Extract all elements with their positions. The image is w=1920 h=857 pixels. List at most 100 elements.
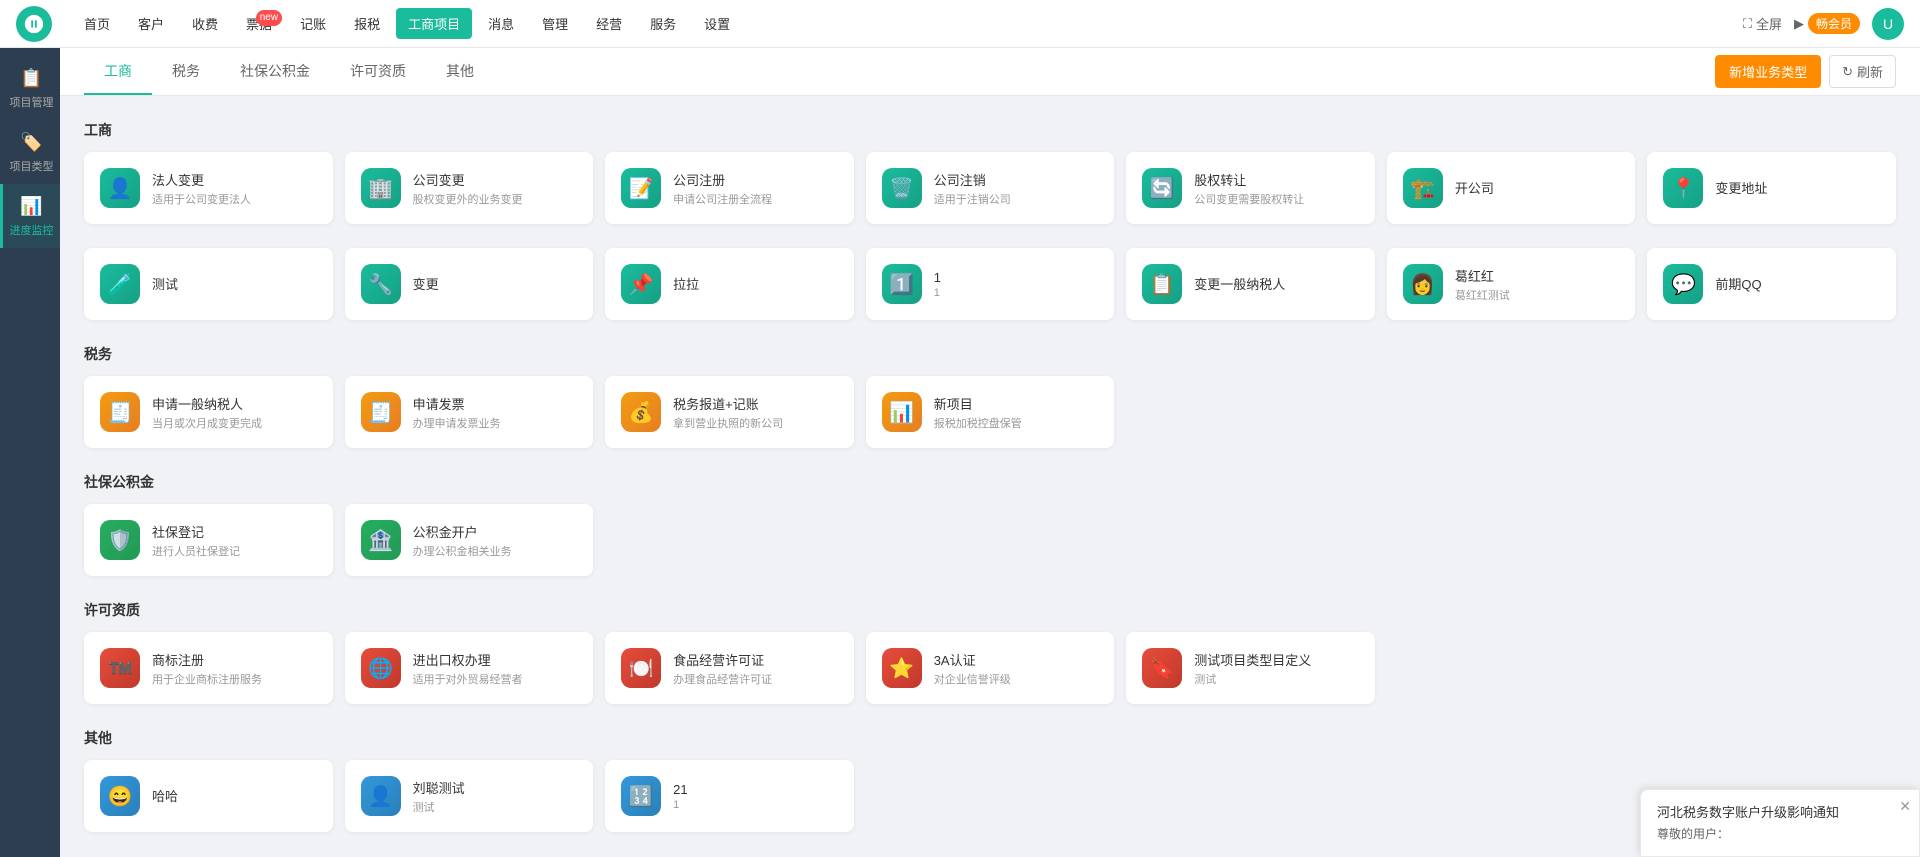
cards-grid-shebao: 🛡️ 社保登记 进行人员社保登记 🏦 公积金开户 办理公积金相关业务 bbox=[84, 504, 1896, 576]
card-test[interactable]: 🧪 测试 bbox=[84, 248, 333, 320]
nav-home[interactable]: 首页 bbox=[72, 8, 122, 39]
logo[interactable] bbox=[16, 6, 52, 42]
fullscreen-button[interactable]: ⛶ 全屏 bbox=[1743, 14, 1782, 33]
card-qianqi-qq[interactable]: 💬 前期QQ bbox=[1647, 248, 1896, 320]
card-icon-one: 1️⃣ bbox=[882, 264, 922, 304]
card-name: 3A认证 bbox=[934, 650, 1099, 669]
card-21[interactable]: 🔢 21 1 bbox=[605, 760, 854, 832]
card-name: 申请发票 bbox=[413, 394, 578, 413]
card-trademark[interactable]: ™️ 商标注册 用于企业商标注册服务 bbox=[84, 632, 333, 704]
card-name: 哈哈 bbox=[152, 786, 317, 805]
card-apply-invoice[interactable]: 🧾 申请发票 办理申请发票业务 bbox=[345, 376, 594, 448]
card-equity-transfer[interactable]: 🔄 股权转让 公司变更需要股权转让 bbox=[1126, 152, 1375, 224]
card-name: 变更 bbox=[413, 274, 578, 293]
card-company-change[interactable]: 🏢 公司变更 股权变更外的业务变更 bbox=[345, 152, 594, 224]
nav-bookkeeping[interactable]: 记账 bbox=[288, 8, 338, 39]
card-name: 1 bbox=[934, 270, 1099, 285]
refresh-icon: ↻ bbox=[1842, 64, 1853, 80]
card-desc: 对企业信誉评级 bbox=[934, 671, 1099, 687]
nav-business[interactable]: 工商项目 bbox=[396, 8, 472, 39]
card-icon-change-taxpayer: 📋 bbox=[1142, 264, 1182, 304]
nav-fee[interactable]: 收费 bbox=[180, 8, 230, 39]
nav-operation[interactable]: 经营 bbox=[584, 8, 634, 39]
nav-message[interactable]: 消息 bbox=[476, 8, 526, 39]
avatar[interactable]: U bbox=[1872, 8, 1904, 40]
card-change-taxpayer[interactable]: 📋 变更一般纳税人 bbox=[1126, 248, 1375, 320]
card-name: 变更地址 bbox=[1715, 178, 1880, 197]
refresh-button[interactable]: ↻ 刷新 bbox=[1829, 55, 1896, 88]
card-one[interactable]: 1️⃣ 1 1 bbox=[866, 248, 1115, 320]
cards-grid-xuke: ™️ 商标注册 用于企业商标注册服务 🌐 进出口权办理 适用于对外贸易经营者 🍽… bbox=[84, 632, 1896, 704]
notification-title: 河北税务数字账户升级影响通知 bbox=[1657, 802, 1903, 821]
content-area: 工商 税务 社保公积金 许可资质 其他 新增业务类型 ↻ 刷新 工商 👤 bbox=[60, 48, 1920, 857]
card-icon-21: 🔢 bbox=[621, 776, 661, 816]
card-provident-fund[interactable]: 🏦 公积金开户 办理公积金相关业务 bbox=[345, 504, 594, 576]
card-name: 前期QQ bbox=[1715, 274, 1880, 293]
card-icon-test-project-type: 🔖 bbox=[1142, 648, 1182, 688]
card-desc: 1 bbox=[673, 799, 838, 811]
card-desc: 股权变更外的业务变更 bbox=[413, 191, 578, 207]
card-tax-bookkeeping[interactable]: 💰 税务报道+记账 拿到营业执照的新公司 bbox=[605, 376, 854, 448]
card-icon-gehonghong: 👩 bbox=[1403, 264, 1443, 304]
nav-ticket[interactable]: 票据 new bbox=[234, 8, 284, 39]
sidebar: 📋 项目管理 🏷️ 项目类型 📊 进度监控 bbox=[0, 48, 60, 857]
card-icon-test: 🧪 bbox=[100, 264, 140, 304]
card-liucong-test[interactable]: 👤 刘聪测试 测试 bbox=[345, 760, 594, 832]
section-title-shebao: 社保公积金 bbox=[84, 472, 1896, 492]
vip-button[interactable]: ▶ 畅会员 bbox=[1794, 13, 1860, 34]
nav-items: 首页 客户 收费 票据 new 记账 报税 工商项目 消息 管理 经营 服务 设… bbox=[72, 8, 1743, 39]
card-haha[interactable]: 😄 哈哈 bbox=[84, 760, 333, 832]
cards-grid-other: 😄 哈哈 👤 刘聪测试 测试 🔢 21 bbox=[84, 760, 1896, 832]
card-desc: 测试 bbox=[413, 799, 578, 815]
sub-nav-actions: 新增业务类型 ↻ 刷新 bbox=[1715, 55, 1896, 88]
card-change[interactable]: 🔧 变更 bbox=[345, 248, 594, 320]
section-title-shuiwu: 税务 bbox=[84, 344, 1896, 364]
tab-gongshang[interactable]: 工商 bbox=[84, 48, 152, 95]
card-desc: 适用于对外贸易经营者 bbox=[413, 671, 578, 687]
card-new-project[interactable]: 📊 新项目 报税加税控盘保管 bbox=[866, 376, 1115, 448]
notification-close-button[interactable]: ✕ bbox=[1899, 798, 1911, 815]
tab-other[interactable]: 其他 bbox=[426, 48, 494, 95]
card-desc: 1 bbox=[934, 287, 1099, 299]
card-name: 刘聪测试 bbox=[413, 778, 578, 797]
sub-nav: 工商 税务 社保公积金 许可资质 其他 新增业务类型 ↻ 刷新 bbox=[60, 48, 1920, 96]
section-title-gongshang: 工商 bbox=[84, 120, 1896, 140]
card-import-export[interactable]: 🌐 进出口权办理 适用于对外贸易经营者 bbox=[345, 632, 594, 704]
card-lala[interactable]: 📌 拉拉 bbox=[605, 248, 854, 320]
card-icon-provident-fund: 🏦 bbox=[361, 520, 401, 560]
sidebar-item-project-manage[interactable]: 📋 项目管理 bbox=[0, 56, 60, 120]
card-desc: 办理公积金相关业务 bbox=[413, 543, 578, 559]
nav-client[interactable]: 客户 bbox=[126, 8, 176, 39]
nav-manage[interactable]: 管理 bbox=[530, 8, 580, 39]
card-icon-import-export: 🌐 bbox=[361, 648, 401, 688]
nav-service[interactable]: 服务 bbox=[638, 8, 688, 39]
card-apply-taxpayer[interactable]: 🧾 申请一般纳税人 当月或次月成变更完成 bbox=[84, 376, 333, 448]
scroll-content: 工商 👤 法人变更 适用于公司变更法人 🏢 公司变更 股权变更外的业务变更 bbox=[60, 96, 1920, 857]
card-3a-cert[interactable]: ⭐ 3A认证 对企业信誉评级 bbox=[866, 632, 1115, 704]
card-icon-trademark: ™️ bbox=[100, 648, 140, 688]
card-social-insurance[interactable]: 🛡️ 社保登记 进行人员社保登记 bbox=[84, 504, 333, 576]
nav-tax[interactable]: 报税 bbox=[342, 8, 392, 39]
ticket-badge: new bbox=[256, 10, 282, 26]
card-farendaibiao[interactable]: 👤 法人变更 适用于公司变更法人 bbox=[84, 152, 333, 224]
card-gehonghong[interactable]: 👩 葛红红 葛红红测试 bbox=[1387, 248, 1636, 320]
tab-shebao[interactable]: 社保公积金 bbox=[220, 48, 330, 95]
card-company-cancel[interactable]: 🗑️ 公司注销 适用于注销公司 bbox=[866, 152, 1115, 224]
card-food-license[interactable]: 🍽️ 食品经营许可证 办理食品经营许可证 bbox=[605, 632, 854, 704]
card-icon-apply-invoice: 🧾 bbox=[361, 392, 401, 432]
cards-grid-gongshang-2: 🧪 测试 🔧 变更 📌 拉拉 bbox=[84, 248, 1896, 320]
card-icon-farendaibiao: 👤 bbox=[100, 168, 140, 208]
notification-text: 尊敬的用户： bbox=[1657, 825, 1903, 844]
card-change-address[interactable]: 📍 变更地址 bbox=[1647, 152, 1896, 224]
sidebar-item-project-type[interactable]: 🏷️ 项目类型 bbox=[0, 120, 60, 184]
add-business-type-button[interactable]: 新增业务类型 bbox=[1715, 55, 1821, 88]
tab-xuke[interactable]: 许可资质 bbox=[330, 48, 426, 95]
card-test-project-type[interactable]: 🔖 测试项目类型目定义 测试 bbox=[1126, 632, 1375, 704]
sidebar-item-progress[interactable]: 📊 进度监控 bbox=[0, 184, 60, 248]
card-company-register[interactable]: 📝 公司注册 申请公司注册全流程 bbox=[605, 152, 854, 224]
card-desc: 适用于公司变更法人 bbox=[152, 191, 317, 207]
tab-shuiwu[interactable]: 税务 bbox=[152, 48, 220, 95]
nav-settings[interactable]: 设置 bbox=[692, 8, 742, 39]
card-desc: 适用于注销公司 bbox=[934, 191, 1099, 207]
card-open-company[interactable]: 🏗️ 开公司 bbox=[1387, 152, 1636, 224]
